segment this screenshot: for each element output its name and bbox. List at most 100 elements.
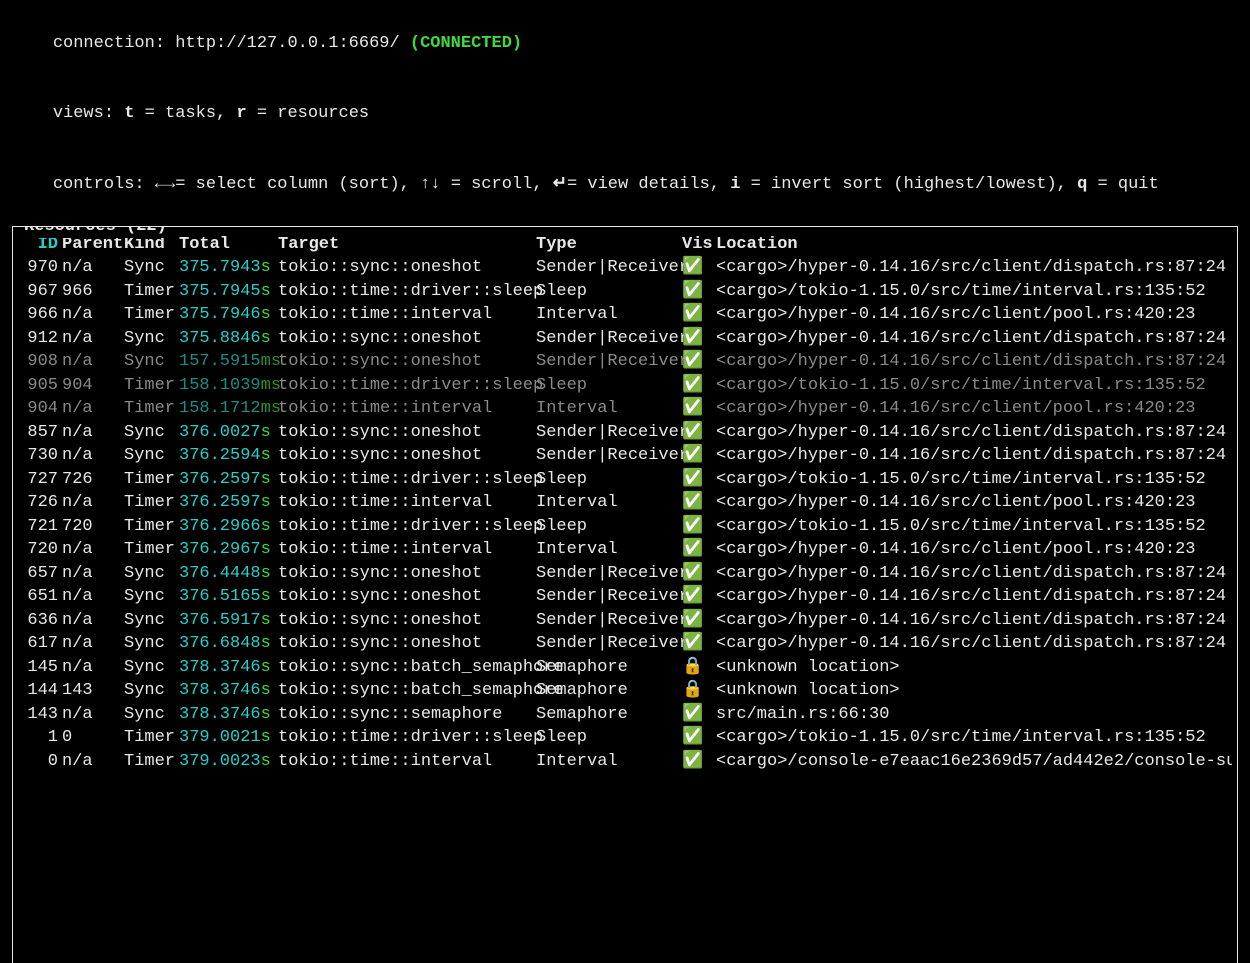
cell-total: 378.3746s bbox=[179, 656, 278, 680]
cell-target: tokio::sync::batch_semaphore bbox=[278, 656, 536, 680]
cell-total-num: 378.3746 bbox=[179, 656, 261, 680]
cell-total-num: 158.1039 bbox=[179, 374, 261, 398]
cell-location: <cargo>/hyper-0.14.16/src/client/dispatc… bbox=[716, 632, 1232, 656]
cell-total: 157.5915ms bbox=[179, 350, 278, 374]
cell-total: 158.1712ms bbox=[179, 397, 278, 421]
table-row[interactable]: 651n/aSync376.5165stokio::sync::oneshotS… bbox=[18, 585, 1232, 609]
table-row[interactable]: 726n/aTimer376.2597stokio::time::interva… bbox=[18, 491, 1232, 515]
cell-type: Sender|Receiver bbox=[536, 444, 682, 468]
cell-parent: n/a bbox=[62, 491, 124, 515]
cell-total: 375.7943s bbox=[179, 256, 278, 280]
cell-type: Interval bbox=[536, 750, 682, 774]
cell-parent: n/a bbox=[62, 303, 124, 327]
key-enter[interactable]: ↵ bbox=[553, 175, 567, 194]
col-header-total[interactable]: Total bbox=[179, 233, 278, 257]
table-row[interactable]: 966n/aTimer375.7946stokio::time::interva… bbox=[18, 303, 1232, 327]
cell-id: 720 bbox=[18, 538, 62, 562]
key-leftright[interactable]: ←→ bbox=[155, 175, 175, 194]
cell-id: 1 bbox=[18, 726, 62, 750]
table-row[interactable]: 10Timer379.0021stokio::time::driver::sle… bbox=[18, 726, 1232, 750]
check-icon: ✅ bbox=[682, 726, 716, 750]
col-header-target[interactable]: Target bbox=[278, 233, 536, 257]
cell-kind: Timer bbox=[124, 303, 179, 327]
cell-target: tokio::time::driver::sleep bbox=[278, 726, 536, 750]
table-row[interactable]: 905904Timer158.1039mstokio::time::driver… bbox=[18, 374, 1232, 398]
table-row[interactable]: 143n/aSync378.3746stokio::sync::semaphor… bbox=[18, 703, 1232, 727]
cell-kind: Timer bbox=[124, 750, 179, 774]
cell-id: 966 bbox=[18, 303, 62, 327]
col-header-type[interactable]: Type bbox=[536, 233, 682, 257]
cell-parent: n/a bbox=[62, 350, 124, 374]
cell-kind: Timer bbox=[124, 374, 179, 398]
cell-total-num: 376.2594 bbox=[179, 444, 261, 468]
cell-target: tokio::sync::oneshot bbox=[278, 327, 536, 351]
table-row[interactable]: 970n/aSync375.7943stokio::sync::oneshotS… bbox=[18, 256, 1232, 280]
cell-total-num: 375.7946 bbox=[179, 303, 261, 327]
key-q[interactable]: q bbox=[1077, 175, 1087, 194]
table-row[interactable]: 144143Sync378.3746stokio::sync::batch_se… bbox=[18, 679, 1232, 703]
col-header-location[interactable]: Location bbox=[716, 233, 1232, 257]
cell-type: Sleep bbox=[536, 374, 682, 398]
cell-location: <cargo>/hyper-0.14.16/src/client/dispatc… bbox=[716, 444, 1232, 468]
table-row[interactable]: 145n/aSync378.3746stokio::sync::batch_se… bbox=[18, 656, 1232, 680]
table-row[interactable]: 730n/aSync376.2594stokio::sync::oneshotS… bbox=[18, 444, 1232, 468]
table-row[interactable]: 636n/aSync376.5917stokio::sync::oneshotS… bbox=[18, 609, 1232, 633]
cell-location: <cargo>/hyper-0.14.16/src/client/dispatc… bbox=[716, 609, 1232, 633]
cell-id: 617 bbox=[18, 632, 62, 656]
key-updown[interactable]: ↑↓ bbox=[420, 175, 440, 194]
table-row[interactable]: 0n/aTimer379.0023stokio::time::intervalI… bbox=[18, 750, 1232, 774]
cell-parent: n/a bbox=[62, 256, 124, 280]
table-row[interactable]: 967966Timer375.7945stokio::time::driver:… bbox=[18, 280, 1232, 304]
cell-total: 379.0021s bbox=[179, 726, 278, 750]
cell-kind: Sync bbox=[124, 609, 179, 633]
cell-location: <cargo>/hyper-0.14.16/src/client/pool.rs… bbox=[716, 397, 1232, 421]
cell-location: <cargo>/hyper-0.14.16/src/client/dispatc… bbox=[716, 350, 1232, 374]
cell-total-num: 375.7943 bbox=[179, 256, 261, 280]
key-r[interactable]: r bbox=[236, 104, 246, 123]
cell-target: tokio::sync::semaphore bbox=[278, 703, 536, 727]
cell-total-num: 157.5915 bbox=[179, 350, 261, 374]
table-row[interactable]: 857n/aSync376.0027stokio::sync::oneshotS… bbox=[18, 421, 1232, 445]
key-i[interactable]: i bbox=[730, 175, 740, 194]
cell-kind: Sync bbox=[124, 585, 179, 609]
table-row[interactable]: 904n/aTimer158.1712mstokio::time::interv… bbox=[18, 397, 1232, 421]
table-row[interactable]: 720n/aTimer376.2967stokio::time::interva… bbox=[18, 538, 1232, 562]
cell-total: 376.6848s bbox=[179, 632, 278, 656]
check-icon: ✅ bbox=[682, 609, 716, 633]
cell-target: tokio::time::driver::sleep bbox=[278, 280, 536, 304]
cell-total-num: 158.1712 bbox=[179, 397, 261, 421]
check-icon: ✅ bbox=[682, 256, 716, 280]
cell-id: 905 bbox=[18, 374, 62, 398]
table-row[interactable]: 727726Timer376.2597stokio::time::driver:… bbox=[18, 468, 1232, 492]
cell-target: tokio::time::driver::sleep bbox=[278, 468, 536, 492]
cell-kind: Sync bbox=[124, 679, 179, 703]
key-t[interactable]: t bbox=[124, 104, 134, 123]
cell-kind: Sync bbox=[124, 656, 179, 680]
cell-location: <cargo>/tokio-1.15.0/src/time/interval.r… bbox=[716, 468, 1232, 492]
col-header-vis[interactable]: Vis bbox=[682, 233, 716, 257]
cell-target: tokio::sync::oneshot bbox=[278, 421, 536, 445]
cell-target: tokio::sync::batch_semaphore bbox=[278, 679, 536, 703]
cell-location: <unknown location> bbox=[716, 656, 1232, 680]
cell-id: 144 bbox=[18, 679, 62, 703]
cell-kind: Timer bbox=[124, 538, 179, 562]
cell-id: 904 bbox=[18, 397, 62, 421]
cell-target: tokio::sync::oneshot bbox=[278, 632, 536, 656]
views-label: views: bbox=[53, 104, 124, 123]
check-icon: ✅ bbox=[682, 562, 716, 586]
cell-location: <cargo>/tokio-1.15.0/src/time/interval.r… bbox=[716, 374, 1232, 398]
controls-invert-label: = invert sort (highest/lowest), bbox=[740, 175, 1077, 194]
cell-type: Sleep bbox=[536, 726, 682, 750]
cell-kind: Sync bbox=[124, 703, 179, 727]
cell-total-num: 376.2597 bbox=[179, 468, 261, 492]
table-row[interactable]: 721720Timer376.2966stokio::time::driver:… bbox=[18, 515, 1232, 539]
cell-id: 912 bbox=[18, 327, 62, 351]
cell-parent: n/a bbox=[62, 703, 124, 727]
cell-total: 376.0027s bbox=[179, 421, 278, 445]
table-row[interactable]: 912n/aSync375.8846stokio::sync::oneshotS… bbox=[18, 327, 1232, 351]
table-row[interactable]: 617n/aSync376.6848stokio::sync::oneshotS… bbox=[18, 632, 1232, 656]
table-row[interactable]: 908n/aSync157.5915mstokio::sync::oneshot… bbox=[18, 350, 1232, 374]
cell-total: 158.1039ms bbox=[179, 374, 278, 398]
cell-total: 376.2597s bbox=[179, 491, 278, 515]
table-row[interactable]: 657n/aSync376.4448stokio::sync::oneshotS… bbox=[18, 562, 1232, 586]
